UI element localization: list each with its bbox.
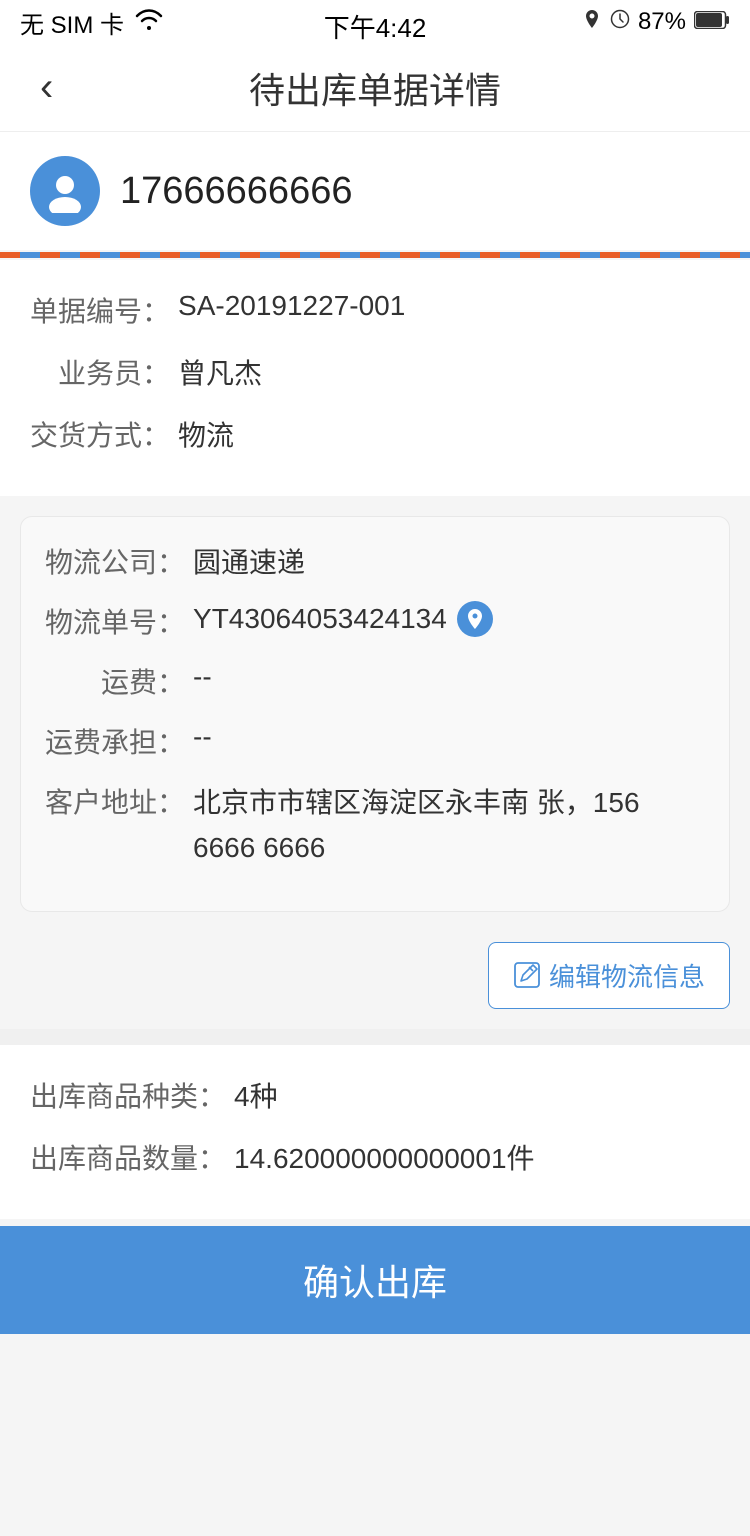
- order-no-label: 单据编号：: [30, 290, 170, 330]
- logistics-company-row: 物流公司： 圆通速递: [45, 541, 705, 581]
- logistics-company-value: 圆通速递: [193, 541, 705, 581]
- status-bar-right: 87%: [582, 8, 730, 37]
- address-row: 客户地址： 北京市市辖区海淀区永丰南 张，156 6666 6666: [45, 781, 705, 871]
- edit-logistics-label: 编辑物流信息: [549, 957, 705, 994]
- stock-quantity-label: 出库商品数量：: [30, 1137, 226, 1177]
- address-label: 客户地址：: [45, 781, 185, 821]
- freight-label: 运费：: [45, 661, 185, 701]
- stock-types-value: 4种: [234, 1075, 720, 1115]
- edit-logistics-button[interactable]: 编辑物流信息: [488, 942, 730, 1009]
- status-bar: 无 SIM 卡 下午4:42 87%: [0, 0, 750, 44]
- gray-separator: [0, 1029, 750, 1045]
- freight-bear-value: --: [193, 721, 705, 753]
- clock-icon: [610, 8, 630, 36]
- status-bar-left: 无 SIM 卡: [20, 5, 164, 40]
- stock-types-row: 出库商品种类： 4种: [30, 1075, 720, 1115]
- stock-quantity-row: 出库商品数量： 14.620000000000001件: [30, 1137, 720, 1177]
- back-button[interactable]: ‹: [30, 55, 63, 120]
- edit-logistics-area: 编辑物流信息: [0, 932, 750, 1029]
- wifi-icon: [134, 8, 164, 37]
- confirm-button[interactable]: 确认出库: [0, 1254, 750, 1306]
- confirm-button-area[interactable]: 确认出库: [0, 1226, 750, 1334]
- nav-bar: ‹ 待出库单据详情: [0, 44, 750, 132]
- avatar: [30, 156, 100, 226]
- stock-types-label: 出库商品种类：: [30, 1075, 226, 1115]
- order-no-row: 单据编号： SA-20191227-001: [30, 290, 720, 330]
- tracking-no-row: 物流单号： YT43064053424134: [45, 601, 705, 641]
- customer-header: 17666666666: [0, 132, 750, 250]
- stock-quantity-value: 14.620000000000001件: [234, 1137, 720, 1177]
- stock-info-section: 出库商品种类： 4种 出库商品数量： 14.620000000000001件: [0, 1045, 750, 1219]
- logistics-card: 物流公司： 圆通速递 物流单号： YT43064053424134 运费： --…: [20, 516, 730, 912]
- delivery-row: 交货方式： 物流: [30, 414, 720, 454]
- page-title: 待出库单据详情: [249, 62, 501, 114]
- carrier-label: 无 SIM 卡: [20, 5, 124, 40]
- edit-icon: [513, 961, 541, 989]
- customer-phone: 17666666666: [120, 170, 352, 213]
- logistics-company-label: 物流公司：: [45, 541, 185, 581]
- tracking-location-icon[interactable]: [457, 601, 493, 637]
- tracking-no-label: 物流单号：: [45, 601, 185, 641]
- bottom-spacer: [0, 1336, 750, 1536]
- freight-bear-label: 运费承担：: [45, 721, 185, 761]
- salesperson-row: 业务员： 曾凡杰: [30, 352, 720, 392]
- freight-row: 运费： --: [45, 661, 705, 701]
- delivery-label: 交货方式：: [30, 414, 170, 454]
- tracking-no-value: YT43064053424134: [193, 601, 705, 637]
- location-status-icon: [582, 8, 602, 37]
- salesperson-value: 曾凡杰: [178, 352, 720, 392]
- battery-level: 87%: [638, 8, 686, 36]
- salesperson-label: 业务员：: [30, 352, 170, 392]
- freight-bear-row: 运费承担： --: [45, 721, 705, 761]
- battery-icon: [694, 8, 730, 36]
- order-info-section: 单据编号： SA-20191227-001 业务员： 曾凡杰 交货方式： 物流: [0, 260, 750, 496]
- freight-value: --: [193, 661, 705, 693]
- order-no-value: SA-20191227-001: [178, 290, 720, 322]
- delivery-value: 物流: [178, 414, 720, 454]
- dashed-divider: [0, 252, 750, 258]
- status-bar-time: 下午4:42: [324, 8, 427, 45]
- address-value: 北京市市辖区海淀区永丰南 张，156 6666 6666: [193, 781, 705, 871]
